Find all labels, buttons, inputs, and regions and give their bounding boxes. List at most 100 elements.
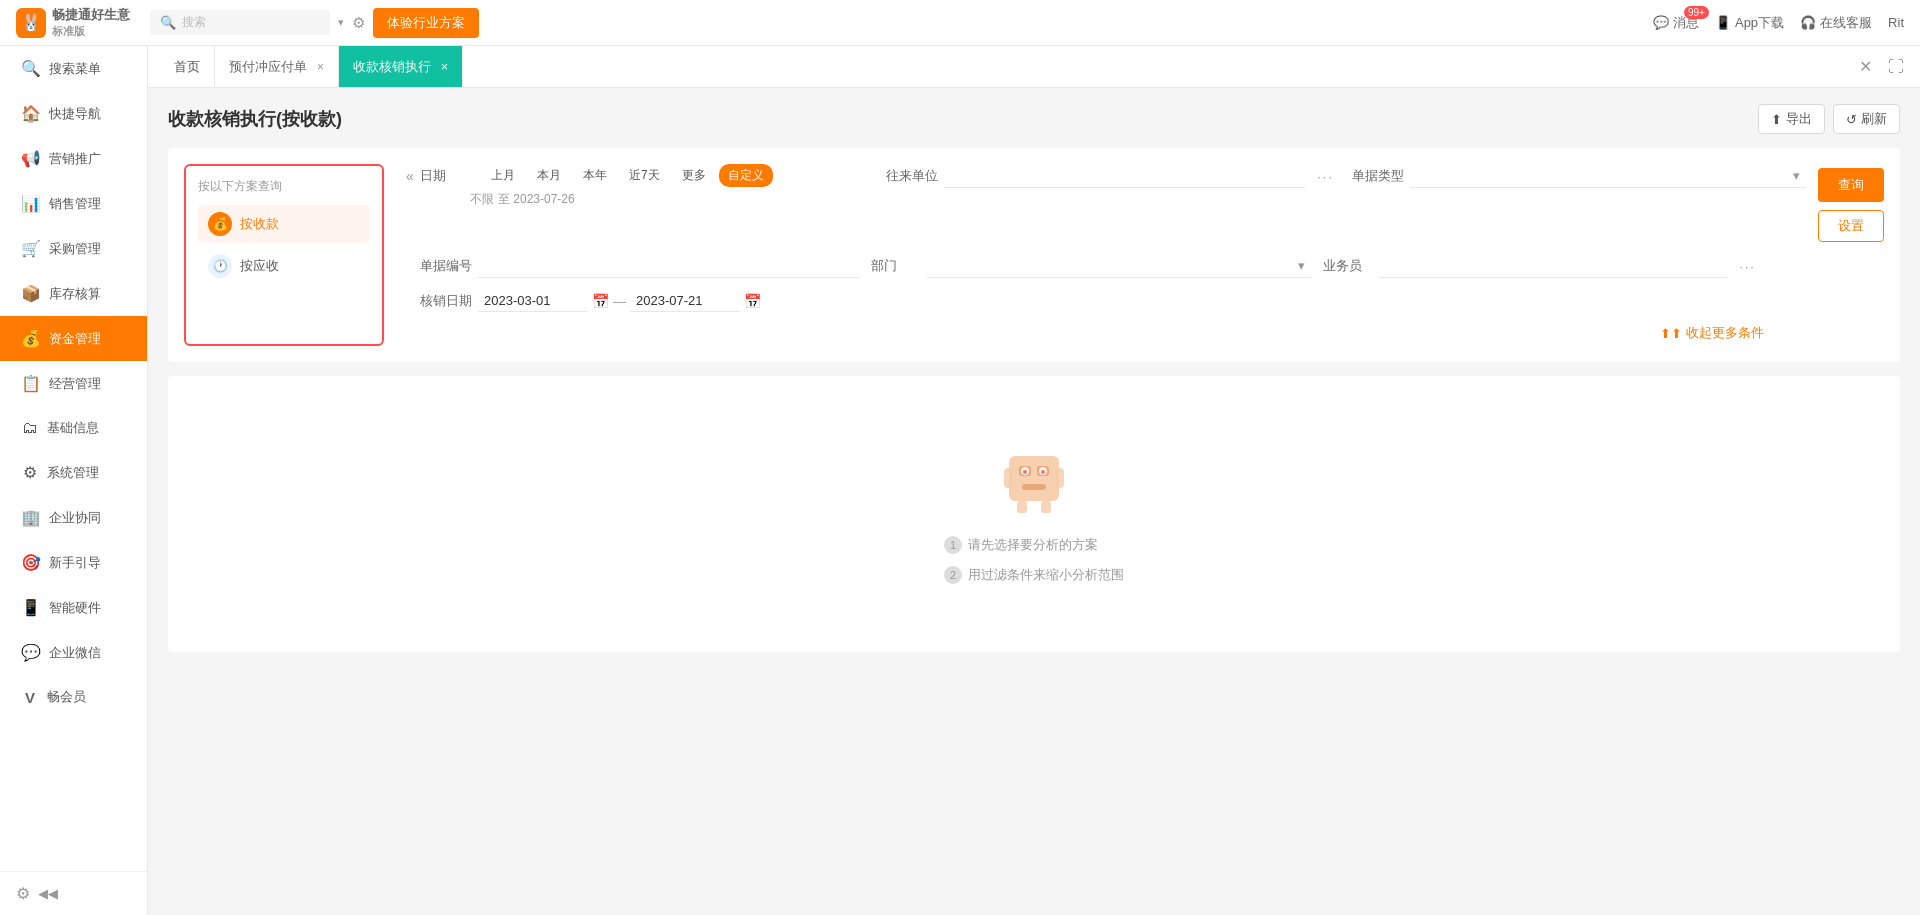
tip-num-1: 1 [944, 536, 962, 554]
message-badge: 99+ [1684, 6, 1709, 19]
date-btn-last-month[interactable]: 上月 [482, 164, 524, 187]
user-info[interactable]: Rit [1888, 15, 1904, 30]
hecheng-end-cal-icon[interactable]: 📅 [744, 293, 761, 309]
doc-num-filter: 单据编号 [420, 254, 859, 278]
more-conditions-label: 收起更多条件 [1686, 324, 1764, 342]
message-icon: 💬 [1653, 15, 1669, 30]
salesperson-more-icon[interactable]: ··· [1733, 255, 1762, 278]
sidebar-item-purchase[interactable]: 🛒 采购管理 [0, 226, 147, 271]
marketing-icon: 📢 [21, 149, 41, 168]
date-btn-7days[interactable]: 近7天 [620, 164, 669, 187]
sidebar-item-sales[interactable]: 📊 销售管理 [0, 181, 147, 226]
user-name: Rit [1888, 15, 1904, 30]
svg-rect-7 [1041, 501, 1051, 513]
salesperson-filter: 业务员 ··· [1323, 254, 1762, 278]
filter-by-receivable[interactable]: 🕐 按应收 [198, 247, 370, 285]
sidebar-item-enterprise-collab[interactable]: 🏢 企业协同 [0, 495, 147, 540]
date-btn-custom[interactable]: 自定义 [719, 164, 773, 187]
sidebar-item-operations[interactable]: 📋 经营管理 [0, 361, 147, 406]
doc-type-label: 单据类型 [1352, 167, 1404, 185]
sidebar-item-label: 企业协同 [49, 509, 101, 527]
dept-label: 部门 [871, 257, 921, 275]
hecheng-start-input[interactable] [478, 290, 588, 312]
online-service-icon: 🎧 [1800, 15, 1816, 30]
date-btn-this-month[interactable]: 本月 [528, 164, 570, 187]
quick-nav-icon: 🏠 [21, 104, 41, 123]
sidebar-item-inventory[interactable]: 📦 库存核算 [0, 271, 147, 316]
tab-receipt-offset-label: 收款核销执行 [353, 58, 431, 76]
logo-icon: 🐰 [16, 8, 46, 38]
settings-button[interactable]: 设置 [1818, 210, 1884, 242]
query-button[interactable]: 查询 [1818, 168, 1884, 202]
sidebar-bottom: ⚙ ◀◀ [0, 871, 147, 915]
message-item[interactable]: 💬 消息 99+ [1653, 14, 1699, 32]
counterpart-input-area[interactable] [944, 164, 1305, 188]
salesperson-input[interactable] [1379, 254, 1727, 278]
tab-prepay-offset[interactable]: 预付冲应付单 × [215, 46, 339, 87]
app-logo: 🐰 畅捷通好生意 标准版 [16, 6, 130, 39]
sidebar-item-label: 搜索菜单 [49, 60, 101, 78]
dept-select[interactable]: ▾ [927, 254, 1310, 278]
solution-button[interactable]: 体验行业方案 [373, 8, 479, 38]
sidebar-item-label: 营销推广 [49, 150, 101, 168]
sidebar-item-smart-hw[interactable]: 📱 智能硬件 [0, 585, 147, 630]
filter-by-receipt[interactable]: 💰 按收款 [198, 205, 370, 243]
settings-icon[interactable]: ⚙ [352, 14, 365, 32]
export-button[interactable]: ⬆ 导出 [1758, 104, 1825, 134]
tab-receipt-offset-close[interactable]: × [441, 60, 448, 74]
tab-close-all-icon[interactable]: ✕ [1855, 53, 1876, 80]
doc-type-select[interactable]: ▾ [1410, 164, 1806, 188]
sidebar-item-finance[interactable]: 💰 资金管理 [0, 316, 147, 361]
tab-home-label: 首页 [174, 58, 200, 76]
brand-name: 畅捷通好生意 [52, 6, 130, 24]
hecheng-end-input[interactable] [630, 290, 740, 312]
empty-tips: 1 请先选择要分析的方案 2 用过滤条件来缩小分析范围 [944, 532, 1124, 592]
app-download-item[interactable]: 📱 App下载 [1715, 14, 1784, 32]
svg-point-11 [1041, 470, 1045, 474]
sidebar-item-label: 快捷导航 [49, 105, 101, 123]
date-label: 日期 [420, 167, 470, 185]
sidebar-item-marketing[interactable]: 📢 营销推广 [0, 136, 147, 181]
main-layout: 🔍 搜索菜单 🏠 快捷导航 📢 营销推广 📊 销售管理 🛒 采购管理 📦 库存核… [0, 46, 1920, 915]
sidebar-item-label: 资金管理 [49, 330, 101, 348]
system-icon: ⚙ [21, 463, 39, 482]
refresh-button[interactable]: ↺ 刷新 [1833, 104, 1900, 134]
more-conditions-toggle[interactable]: ⬆⬆ 收起更多条件 [1660, 320, 1764, 346]
dropdown-icon[interactable]: ▾ [338, 16, 344, 29]
search-menu-icon: 🔍 [21, 59, 41, 78]
empty-tip-2: 2 用过滤条件来缩小分析范围 [944, 562, 1124, 588]
sidebar-item-label: 采购管理 [49, 240, 101, 258]
more-conditions-icon: ⬆⬆ [1660, 326, 1682, 341]
filter-collapse: « [400, 164, 420, 346]
sidebar-item-vip[interactable]: V 畅会员 [0, 675, 147, 719]
sidebar-collapse-icon[interactable]: ◀◀ [38, 886, 58, 901]
page-content: 收款核销执行(按收款) ⬆ 导出 ↺ 刷新 按以下方案查询 [148, 88, 1920, 915]
doc-type-chevron: ▾ [1793, 168, 1800, 183]
tab-expand-icon[interactable]: ⛶ [1884, 54, 1908, 80]
tab-prepay-offset-label: 预付冲应付单 [229, 58, 307, 76]
online-service-item[interactable]: 🎧 在线客服 [1800, 14, 1872, 32]
tab-bar: 首页 预付冲应付单 × 收款核销执行 × ✕ ⛶ [148, 46, 1920, 88]
tip-num-2: 2 [944, 566, 962, 584]
filter-panel: 按以下方案查询 💰 按收款 🕐 按应收 « [168, 148, 1900, 362]
tab-receipt-offset[interactable]: 收款核销执行 × [339, 46, 463, 87]
sidebar-item-basic-info[interactable]: 🗂 基础信息 [0, 406, 147, 450]
hecheng-start-cal-icon[interactable]: 📅 [592, 293, 609, 309]
top-search-area[interactable]: 🔍 搜索 [150, 10, 330, 35]
sidebar-item-system[interactable]: ⚙ 系统管理 [0, 450, 147, 495]
counterpart-more-icon[interactable]: ··· [1311, 165, 1340, 188]
date-btn-more[interactable]: 更多 [673, 164, 715, 187]
doc-num-input[interactable] [478, 254, 859, 278]
sidebar-item-quick-nav[interactable]: 🏠 快捷导航 [0, 91, 147, 136]
sidebar-item-beginner[interactable]: 🎯 新手引导 [0, 540, 147, 585]
tab-prepay-offset-close[interactable]: × [317, 60, 324, 74]
sidebar-bottom-settings-icon[interactable]: ⚙ [16, 884, 30, 903]
svg-rect-4 [1004, 468, 1012, 488]
tab-home[interactable]: 首页 [160, 46, 215, 87]
filter-collapse-btn[interactable]: « [406, 168, 414, 184]
by-receivable-icon: 🕐 [208, 254, 232, 278]
sidebar-item-enterprise-wechat[interactable]: 💬 企业微信 [0, 630, 147, 675]
top-bar-right: 💬 消息 99+ 📱 App下载 🎧 在线客服 Rit [1653, 14, 1904, 32]
sidebar-item-search-menu[interactable]: 🔍 搜索菜单 [0, 46, 147, 91]
date-btn-this-year[interactable]: 本年 [574, 164, 616, 187]
